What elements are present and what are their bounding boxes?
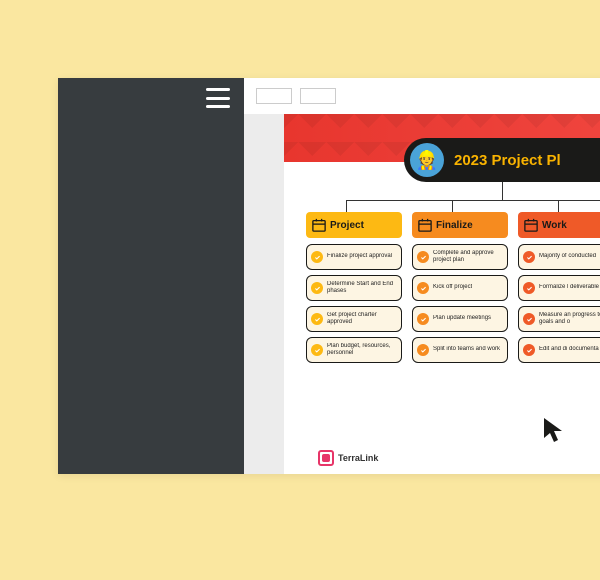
task-text: Plan update meetings [433,315,491,322]
topbar [244,78,600,114]
check-icon [417,282,429,294]
connector-line [558,200,559,212]
task-card[interactable]: Plan budget, resources, personnel [306,337,402,363]
toolbar-button-1[interactable] [256,88,292,104]
task-card[interactable]: Plan update meetings [412,306,508,332]
title-pill: 👷 2023 Project Pl [404,138,600,182]
calendar-icon [312,218,326,232]
check-icon [523,251,535,263]
check-icon [311,313,323,325]
task-card[interactable]: Get project charter approved [306,306,402,332]
task-card[interactable]: Edit and di documenta [518,337,600,363]
task-card[interactable]: Complete and approve project plan [412,244,508,270]
check-icon [417,251,429,263]
columns-container: Project Finalize project approval Determ… [306,212,600,368]
task-text: Edit and di documenta [539,346,599,353]
task-text: Plan budget, resources, personnel [327,343,397,357]
column-header-work[interactable]: Work [518,212,600,238]
toolbar-button-2[interactable] [300,88,336,104]
task-text: Measure an progress to goals and o [539,312,600,326]
column-label: Work [542,220,567,231]
column-header-finalize[interactable]: Finalize [412,212,508,238]
sidebar [58,78,244,474]
check-icon [311,282,323,294]
connector-line [502,182,503,200]
task-card[interactable]: Split into teams and work [412,337,508,363]
check-icon [523,282,535,294]
column-project: Project Finalize project approval Determ… [306,212,402,368]
cursor-icon [542,416,566,446]
task-text: Kick off project [433,284,472,291]
avatar-emoji: 👷 [416,150,438,171]
app-window: 👷 2023 Project Pl Project Finalize pr [58,78,600,474]
avatar: 👷 [410,143,444,177]
task-text: Determine Start and End phases [327,281,397,295]
check-icon [417,313,429,325]
check-icon [523,313,535,325]
connector-line [346,200,347,212]
page-title: 2023 Project Pl [454,152,561,169]
calendar-icon [524,218,538,232]
column-header-project[interactable]: Project [306,212,402,238]
task-card[interactable]: Finalize project approval [306,244,402,270]
task-text: Complete and approve project plan [433,250,503,264]
task-text: Finalize project approval [327,253,392,260]
task-card[interactable]: Measure an progress to goals and o [518,306,600,332]
task-text: Majority of conducted [539,253,596,260]
task-text: Split into teams and work [433,346,500,353]
column-label: Project [330,220,364,231]
connector-line [452,200,453,212]
hamburger-menu-icon[interactable] [206,88,230,108]
task-text: Formalize l deliverable [539,284,599,291]
brand-footer: TerraLink [318,450,378,466]
task-card[interactable]: Kick off project [412,275,508,301]
task-card[interactable]: Formalize l deliverable [518,275,600,301]
check-icon [523,344,535,356]
content-area: 👷 2023 Project Pl Project Finalize pr [244,78,600,474]
column-finalize: Finalize Complete and approve project pl… [412,212,508,368]
task-text: Get project charter approved [327,312,397,326]
column-work: Work Majority of conducted Formalize l d… [518,212,600,368]
column-label: Finalize [436,220,473,231]
check-icon [417,344,429,356]
connector-line [346,200,600,201]
check-icon [311,344,323,356]
brand-logo-icon [318,450,334,466]
calendar-icon [418,218,432,232]
task-card[interactable]: Majority of conducted [518,244,600,270]
check-icon [311,251,323,263]
brand-name: TerraLink [338,453,378,463]
task-card[interactable]: Determine Start and End phases [306,275,402,301]
